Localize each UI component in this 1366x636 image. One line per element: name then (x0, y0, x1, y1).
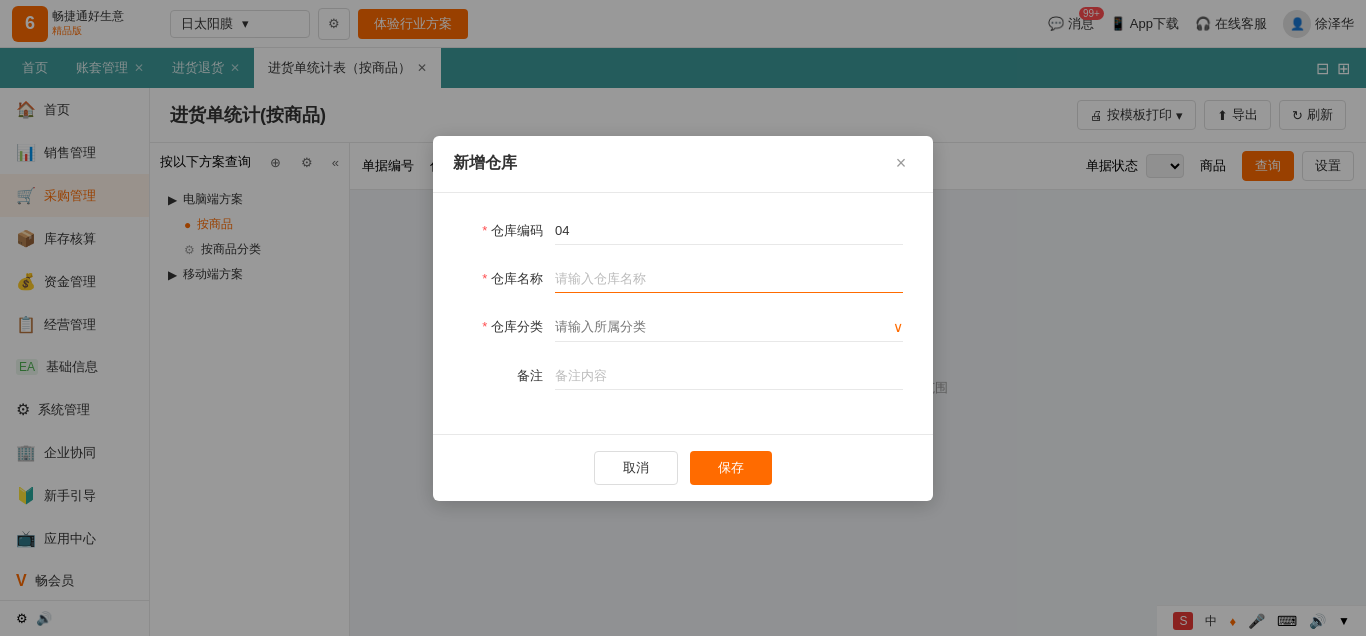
warehouse-name-label: 仓库名称 (463, 270, 543, 288)
notes-label: 备注 (463, 367, 543, 385)
warehouse-code-label: 仓库编码 (463, 222, 543, 240)
modal-close-button[interactable]: × (889, 152, 913, 176)
save-button[interactable]: 保存 (690, 451, 772, 485)
modal-title: 新增仓库 (453, 153, 517, 174)
warehouse-code-input[interactable] (555, 217, 903, 245)
new-warehouse-modal: 新增仓库 × 仓库编码 仓库名称 仓库分类 ∨ (433, 136, 933, 501)
warehouse-category-input[interactable] (555, 319, 893, 334)
modal-footer: 取消 保存 (433, 434, 933, 501)
modal-header: 新增仓库 × (433, 136, 933, 193)
modal-body: 仓库编码 仓库名称 仓库分类 ∨ 备注 (433, 193, 933, 434)
cancel-button[interactable]: 取消 (594, 451, 678, 485)
warehouse-code-row: 仓库编码 (463, 217, 903, 245)
warehouse-name-input[interactable] (555, 265, 903, 293)
notes-row: 备注 (463, 362, 903, 390)
category-dropdown-icon: ∨ (893, 319, 903, 335)
warehouse-category-label: 仓库分类 (463, 318, 543, 336)
modal-overlay[interactable]: 新增仓库 × 仓库编码 仓库名称 仓库分类 ∨ (0, 0, 1366, 636)
warehouse-category-select[interactable]: ∨ (555, 313, 903, 342)
warehouse-category-row: 仓库分类 ∨ (463, 313, 903, 342)
warehouse-name-row: 仓库名称 (463, 265, 903, 293)
notes-input[interactable] (555, 362, 903, 390)
